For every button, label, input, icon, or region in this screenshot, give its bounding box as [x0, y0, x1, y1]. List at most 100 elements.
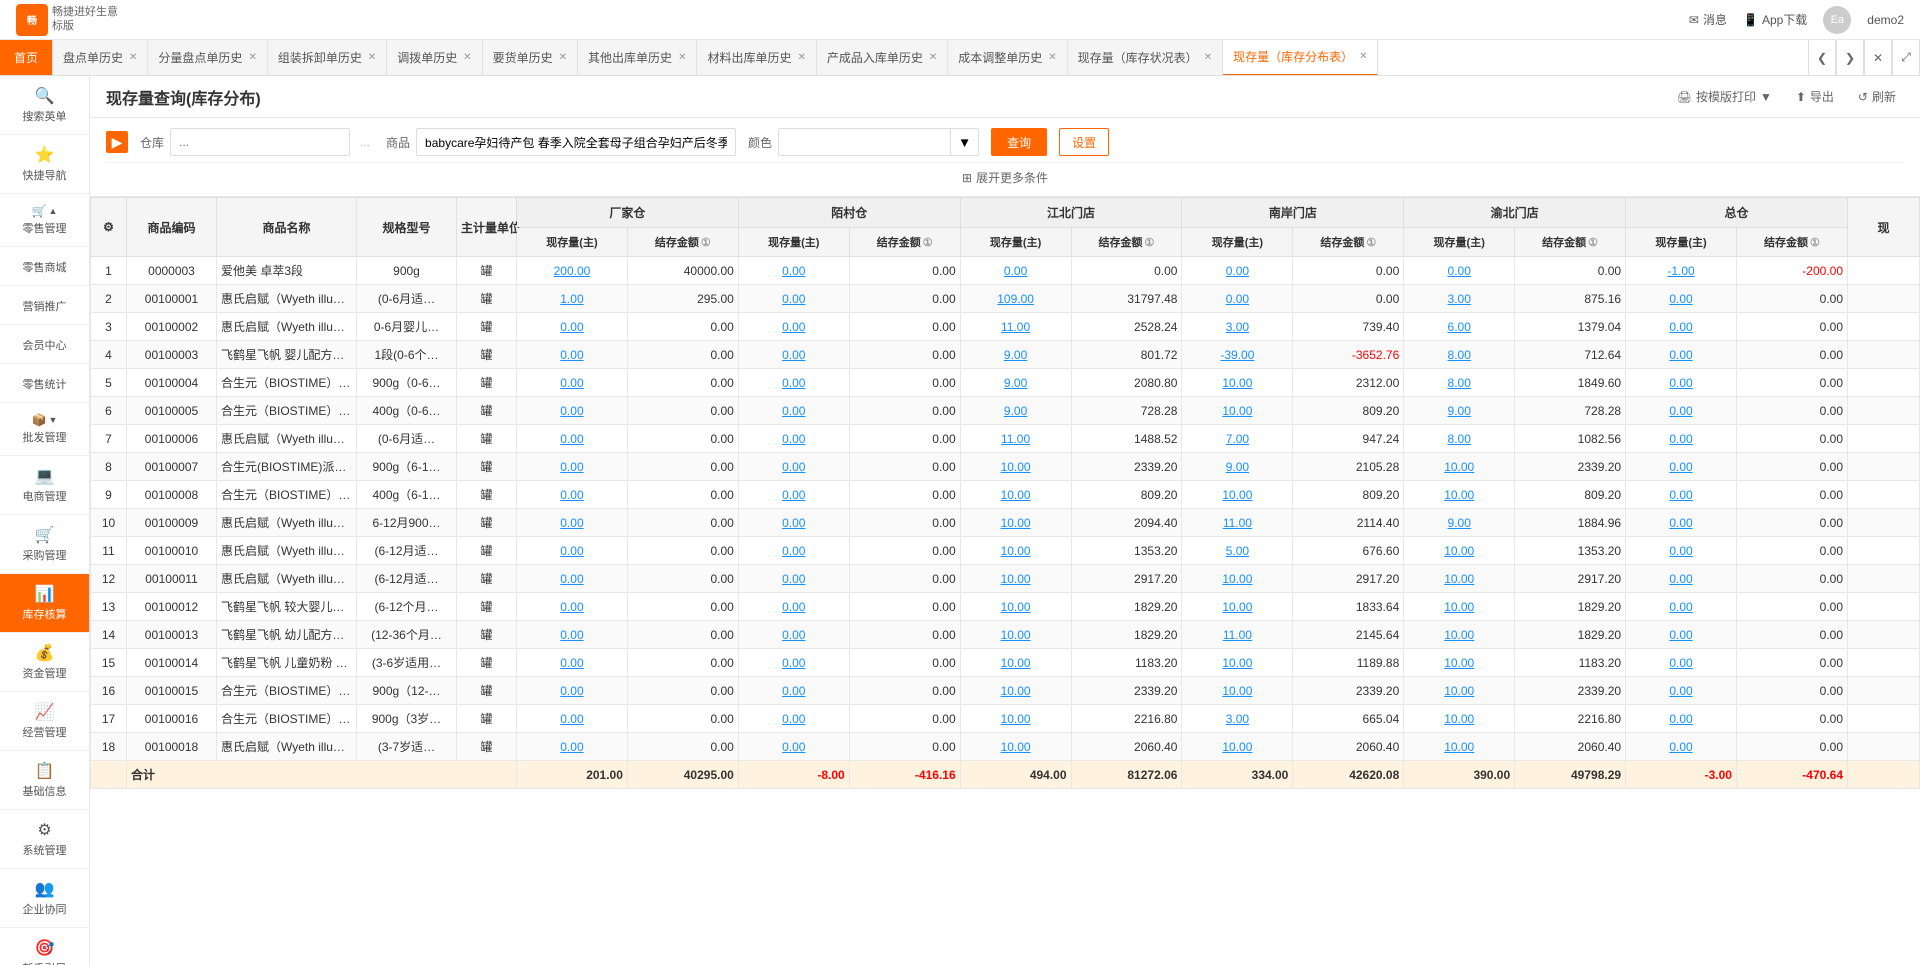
- row-nanan-qty[interactable]: 10.00: [1182, 593, 1293, 621]
- row-factory-qty[interactable]: 0.00: [517, 677, 628, 705]
- sidebar-item-guide[interactable]: 🎯 新手引导: [0, 928, 89, 965]
- row-mocun-qty[interactable]: 0.00: [738, 649, 849, 677]
- refresh-btn[interactable]: ↺ 刷新: [1850, 84, 1904, 109]
- row-yubei-qty[interactable]: 8.00: [1404, 425, 1515, 453]
- sidebar-item-search[interactable]: 🔍 搜索英单: [0, 76, 89, 135]
- row-mocun-qty[interactable]: 0.00: [738, 453, 849, 481]
- row-yubei-qty[interactable]: 9.00: [1404, 397, 1515, 425]
- row-mocun-qty[interactable]: 0.00: [738, 313, 849, 341]
- tab-close-fenliang[interactable]: ✕: [248, 52, 256, 63]
- sidebar-item-inventory[interactable]: 📊 库存核算: [0, 574, 89, 633]
- row-yubei-qty[interactable]: 10.00: [1404, 481, 1515, 509]
- filter-expand-btn[interactable]: ▶: [106, 131, 128, 153]
- row-mocun-qty[interactable]: 0.00: [738, 425, 849, 453]
- tab-close-yaohuo[interactable]: ✕: [559, 52, 567, 63]
- row-nanan-qty[interactable]: 5.00: [1182, 537, 1293, 565]
- tab-cailiao[interactable]: 材料出库单历史 ✕: [697, 40, 816, 76]
- print-btn[interactable]: 🖨 按模版打印 ▼: [1669, 84, 1780, 109]
- sidebar-item-basic[interactable]: 📋 基础信息: [0, 751, 89, 810]
- row-yubei-qty[interactable]: 8.00: [1404, 341, 1515, 369]
- row-mocun-qty[interactable]: 0.00: [738, 705, 849, 733]
- row-factory-qty[interactable]: 0.00: [517, 481, 628, 509]
- row-yubei-qty[interactable]: 10.00: [1404, 649, 1515, 677]
- row-jiangbei-qty[interactable]: 10.00: [960, 733, 1071, 761]
- row-jiangbei-qty[interactable]: 10.00: [960, 481, 1071, 509]
- row-mocun-qty[interactable]: 0.00: [738, 509, 849, 537]
- user-avatar[interactable]: Ea: [1823, 6, 1851, 34]
- row-nanan-qty[interactable]: 11.00: [1182, 621, 1293, 649]
- row-yubei-qty[interactable]: 8.00: [1404, 369, 1515, 397]
- tab-pandian[interactable]: 盘点单历史 ✕: [53, 40, 148, 76]
- sidebar-item-purchase[interactable]: 🛒 采购管理: [0, 515, 89, 574]
- row-total-qty[interactable]: 0.00: [1626, 285, 1737, 313]
- info-icon-5[interactable]: ①: [1588, 236, 1598, 249]
- row-jiangbei-qty[interactable]: 10.00: [960, 565, 1071, 593]
- row-mocun-qty[interactable]: 0.00: [738, 369, 849, 397]
- row-jiangbei-qty[interactable]: 10.00: [960, 649, 1071, 677]
- tab-close-all-btn[interactable]: ✕: [1864, 40, 1892, 76]
- tab-close-pandian[interactable]: ✕: [129, 52, 137, 63]
- row-nanan-qty[interactable]: 10.00: [1182, 397, 1293, 425]
- sidebar-item-nav[interactable]: ⭐ 快捷导航: [0, 135, 89, 194]
- tab-yaohuo[interactable]: 要货单历史 ✕: [483, 40, 578, 76]
- row-total-qty[interactable]: 0.00: [1626, 649, 1737, 677]
- row-mocun-qty[interactable]: 0.00: [738, 341, 849, 369]
- row-factory-qty[interactable]: 1.00: [517, 285, 628, 313]
- sidebar-item-system[interactable]: ⚙ 系统管理: [0, 810, 89, 869]
- row-total-qty[interactable]: 0.00: [1626, 677, 1737, 705]
- sidebar-item-operations[interactable]: 📈 经营管理: [0, 692, 89, 751]
- tab-close-kucun-status[interactable]: ✕: [1204, 52, 1212, 63]
- row-yubei-qty[interactable]: 10.00: [1404, 593, 1515, 621]
- tab-zuzhuang[interactable]: 组装拆卸单历史 ✕: [268, 40, 387, 76]
- row-total-qty[interactable]: 0.00: [1626, 369, 1737, 397]
- sidebar-item-marketing[interactable]: 营销推广: [0, 286, 89, 325]
- query-btn[interactable]: 查询: [991, 128, 1047, 156]
- table-area[interactable]: ⚙ 商品编码 商品名称 规格型号 主计量单位 厂家仓 陌村仓 江北门店 南岸门店…: [90, 197, 1920, 965]
- row-jiangbei-qty[interactable]: 109.00: [960, 285, 1071, 313]
- row-factory-qty[interactable]: 0.00: [517, 313, 628, 341]
- row-nanan-qty[interactable]: 10.00: [1182, 733, 1293, 761]
- row-yubei-qty[interactable]: 0.00: [1404, 257, 1515, 285]
- row-yubei-qty[interactable]: 10.00: [1404, 565, 1515, 593]
- row-total-qty[interactable]: 0.00: [1626, 453, 1737, 481]
- row-nanan-qty[interactable]: -39.00: [1182, 341, 1293, 369]
- row-nanan-qty[interactable]: 10.00: [1182, 369, 1293, 397]
- info-icon-2[interactable]: ①: [923, 236, 933, 249]
- info-icon-6[interactable]: ①: [1810, 236, 1820, 249]
- tab-close-zuzhuang[interactable]: ✕: [368, 52, 376, 63]
- row-total-qty[interactable]: 0.00: [1626, 565, 1737, 593]
- tab-chengben[interactable]: 成本调整单历史 ✕: [948, 40, 1067, 76]
- tab-fenliang[interactable]: 分量盘点单历史 ✕: [148, 40, 267, 76]
- row-total-qty[interactable]: 0.00: [1626, 705, 1737, 733]
- row-yubei-qty[interactable]: 10.00: [1404, 677, 1515, 705]
- tab-prev-btn[interactable]: ❮: [1808, 40, 1836, 76]
- tab-expand-btn[interactable]: ⤢: [1892, 40, 1920, 76]
- row-jiangbei-qty[interactable]: 11.00: [960, 313, 1071, 341]
- row-total-qty[interactable]: 0.00: [1626, 733, 1737, 761]
- tab-close-chanpin[interactable]: ✕: [929, 52, 937, 63]
- row-nanan-qty[interactable]: 10.00: [1182, 481, 1293, 509]
- row-nanan-qty[interactable]: 3.00: [1182, 705, 1293, 733]
- sidebar-item-member[interactable]: 会员中心: [0, 325, 89, 364]
- row-total-qty[interactable]: 0.00: [1626, 509, 1737, 537]
- row-nanan-qty[interactable]: 7.00: [1182, 425, 1293, 453]
- warehouse-input[interactable]: [170, 128, 350, 156]
- info-icon-4[interactable]: ①: [1366, 236, 1376, 249]
- app-download-btn[interactable]: 📱 App下载: [1743, 11, 1807, 28]
- row-nanan-qty[interactable]: 3.00: [1182, 313, 1293, 341]
- row-yubei-qty[interactable]: 6.00: [1404, 313, 1515, 341]
- row-jiangbei-qty[interactable]: 11.00: [960, 425, 1071, 453]
- sidebar-item-mall[interactable]: 零售商城: [0, 247, 89, 286]
- tab-close-kucun-dist[interactable]: ✕: [1359, 51, 1367, 62]
- row-yubei-qty[interactable]: 3.00: [1404, 285, 1515, 313]
- row-factory-qty[interactable]: 0.00: [517, 341, 628, 369]
- sidebar-item-collab[interactable]: 👥 企业协同: [0, 869, 89, 928]
- row-jiangbei-qty[interactable]: 10.00: [960, 621, 1071, 649]
- row-jiangbei-qty[interactable]: 9.00: [960, 341, 1071, 369]
- row-jiangbei-qty[interactable]: 9.00: [960, 369, 1071, 397]
- row-factory-qty[interactable]: 0.00: [517, 621, 628, 649]
- row-mocun-qty[interactable]: 0.00: [738, 481, 849, 509]
- row-mocun-qty[interactable]: 0.00: [738, 733, 849, 761]
- sidebar-item-retail[interactable]: 🛒 ▲ 零售管理: [0, 194, 89, 247]
- row-mocun-qty[interactable]: 0.00: [738, 257, 849, 285]
